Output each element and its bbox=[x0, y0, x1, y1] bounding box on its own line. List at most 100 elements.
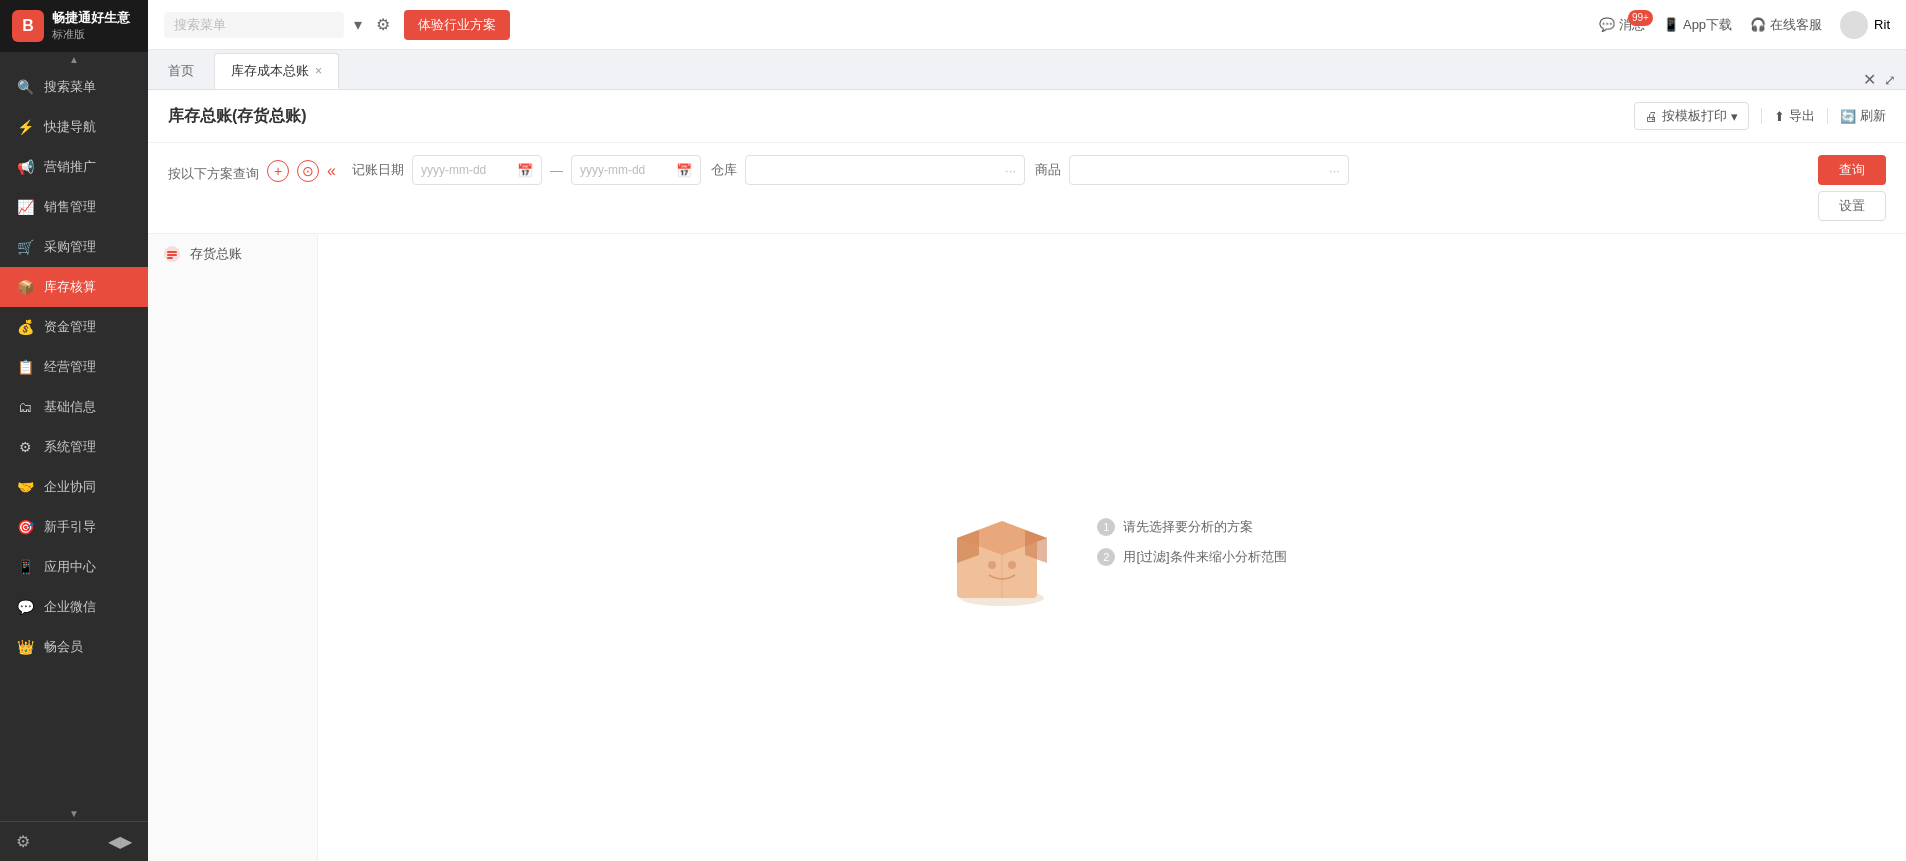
date-start-input[interactable]: yyyy-mm-dd 📅 bbox=[412, 155, 542, 185]
appcenter-icon: 📱 bbox=[16, 558, 34, 576]
system-icon: ⚙ bbox=[16, 438, 34, 456]
sidebar-item-label: 畅会员 bbox=[44, 638, 83, 656]
svg-point-11 bbox=[1008, 561, 1016, 569]
date-separator: — bbox=[550, 163, 563, 178]
sidebar-item-finance[interactable]: 💰 资金管理 bbox=[0, 307, 148, 347]
search-box[interactable]: 搜索菜单 bbox=[164, 12, 344, 38]
sidebar-scroll-down[interactable]: ▼ bbox=[69, 808, 79, 819]
sidebar-item-base[interactable]: 🗂 基础信息 bbox=[0, 387, 148, 427]
sidebar-item-sales[interactable]: 📈 销售管理 bbox=[0, 187, 148, 227]
calendar-end-icon[interactable]: 📅 bbox=[676, 163, 692, 178]
panel-close-btn[interactable]: ✕ bbox=[1863, 70, 1876, 89]
scheme-sidebar: 存货总账 bbox=[148, 234, 318, 861]
refresh-btn[interactable]: 🔄 刷新 bbox=[1840, 107, 1886, 125]
svg-rect-2 bbox=[167, 254, 177, 256]
warehouse-filter-row: 仓库 ··· bbox=[711, 155, 1025, 185]
member-icon: 👑 bbox=[16, 638, 34, 656]
purchase-icon: 🛒 bbox=[16, 238, 34, 256]
sidebar-item-search[interactable]: 🔍 搜索菜单 bbox=[0, 67, 148, 107]
panel-expand-btn[interactable]: ⤢ bbox=[1884, 72, 1896, 88]
export-btn[interactable]: ⬆ 导出 bbox=[1774, 107, 1815, 125]
tab-inventory-ledger[interactable]: 库存成本总账 × bbox=[214, 53, 339, 89]
sidebar-item-operation[interactable]: 📋 经营管理 bbox=[0, 347, 148, 387]
product-input[interactable]: ··· bbox=[1069, 155, 1349, 185]
empty-state-inner: 1 请先选择要分析的方案 2 用[过滤]条件来缩小分析范围 bbox=[937, 483, 1286, 613]
sidebar: B 畅捷通好生意 标准版 ▲ 🔍 搜索菜单 ⚡ 快捷导航 📢 营销推广 📈 销售… bbox=[0, 0, 148, 861]
empty-illustration bbox=[937, 483, 1067, 613]
search-icon: 🔍 bbox=[16, 78, 34, 96]
tab-home-label: 首页 bbox=[168, 62, 194, 80]
sidebar-item-newguide[interactable]: 🎯 新手引导 bbox=[0, 507, 148, 547]
refresh-label: 刷新 bbox=[1860, 107, 1886, 125]
sidebar-item-enterprise[interactable]: 🤝 企业协同 bbox=[0, 467, 148, 507]
tab-bar: 首页 库存成本总账 × ✕ ⤢ bbox=[148, 50, 1906, 90]
tab-active-label: 库存成本总账 bbox=[231, 62, 309, 80]
sidebar-scroll-up[interactable]: ▲ bbox=[69, 54, 79, 65]
filter-controls: 记账日期 yyyy-mm-dd 📅 — yyyy-mm-dd 📅 仓库 bbox=[352, 155, 1802, 185]
remove-filter-btn[interactable]: ⊙ bbox=[297, 160, 319, 182]
page-header: 库存总账(存货总账) 🖨 按模板打印 ▾ ⬆ 导出 🔄 刷新 bbox=[148, 90, 1906, 143]
print-btn[interactable]: 🖨 按模板打印 ▾ bbox=[1634, 102, 1749, 130]
sidebar-item-label: 资金管理 bbox=[44, 318, 96, 336]
scheme-icon bbox=[162, 244, 182, 264]
collapse-filter-btn[interactable]: « bbox=[327, 162, 336, 180]
svg-rect-1 bbox=[167, 251, 177, 253]
date-start-placeholder: yyyy-mm-dd bbox=[421, 163, 486, 177]
sidebar-item-label: 销售管理 bbox=[44, 198, 96, 216]
topbar-gear-icon[interactable]: ⚙ bbox=[376, 15, 390, 34]
product-more-icon[interactable]: ··· bbox=[1329, 163, 1340, 178]
sidebar-item-label: 采购管理 bbox=[44, 238, 96, 256]
refresh-icon: 🔄 bbox=[1840, 109, 1856, 124]
hint-item-2: 2 用[过滤]条件来缩小分析范围 bbox=[1097, 548, 1286, 566]
filter-label: 按以下方案查询 bbox=[168, 165, 259, 183]
warehouse-more-icon[interactable]: ··· bbox=[1005, 163, 1016, 178]
enterprise-icon: 🤝 bbox=[16, 478, 34, 496]
online-service-btn[interactable]: 🎧 在线客服 bbox=[1750, 16, 1822, 34]
app-label: App下载 bbox=[1683, 16, 1732, 34]
sidebar-item-label: 系统管理 bbox=[44, 438, 96, 456]
service-label: 在线客服 bbox=[1770, 16, 1822, 34]
empty-svg bbox=[937, 483, 1067, 613]
sidebar-item-appcenter[interactable]: 📱 应用中心 bbox=[0, 547, 148, 587]
topbar-right: 💬 消息 99+ 📱 App下载 🎧 在线客服 Rit bbox=[1599, 11, 1890, 39]
sidebar-item-label: 基础信息 bbox=[44, 398, 96, 416]
settings-btn[interactable]: 设置 bbox=[1818, 191, 1886, 221]
collapse-btn[interactable]: ◀▶ bbox=[108, 832, 132, 851]
app-download-btn[interactable]: 📱 App下载 bbox=[1663, 16, 1732, 34]
msg-btn[interactable]: 💬 消息 99+ bbox=[1599, 16, 1645, 34]
sidebar-item-member[interactable]: 👑 畅会员 bbox=[0, 627, 148, 667]
sidebar-item-wechat[interactable]: 💬 企业微信 bbox=[0, 587, 148, 627]
query-btn[interactable]: 查询 bbox=[1818, 155, 1886, 185]
scheme-item-inventory[interactable]: 存货总账 bbox=[148, 234, 317, 274]
date-end-input[interactable]: yyyy-mm-dd 📅 bbox=[571, 155, 701, 185]
tab-close-btn[interactable]: × bbox=[315, 64, 322, 78]
sidebar-item-system[interactable]: ⚙ 系统管理 bbox=[0, 427, 148, 467]
marketing-icon: 📢 bbox=[16, 158, 34, 176]
settings-btn[interactable]: ⚙ bbox=[16, 832, 30, 851]
industry-btn[interactable]: 体验行业方案 bbox=[404, 10, 510, 40]
product-label: 商品 bbox=[1035, 161, 1061, 179]
sidebar-item-label: 库存核算 bbox=[44, 278, 96, 296]
print-dropdown-icon[interactable]: ▾ bbox=[1731, 109, 1738, 124]
product-filter-row: 商品 ··· bbox=[1035, 155, 1349, 185]
search-placeholder: 搜索菜单 bbox=[174, 16, 226, 34]
divider bbox=[1761, 108, 1762, 124]
sidebar-item-marketing[interactable]: 📢 营销推广 bbox=[0, 147, 148, 187]
tab-home[interactable]: 首页 bbox=[152, 53, 210, 89]
sidebar-item-label: 应用中心 bbox=[44, 558, 96, 576]
svg-point-10 bbox=[988, 561, 996, 569]
topbar-dropdown-btn[interactable]: ▾ bbox=[354, 15, 362, 34]
user-menu[interactable]: Rit bbox=[1840, 11, 1890, 39]
warehouse-label: 仓库 bbox=[711, 161, 737, 179]
filter-area: 按以下方案查询 + ⊙ « 记账日期 yyyy-mm-dd 📅 — yyyy-m… bbox=[148, 143, 1906, 234]
add-filter-btn[interactable]: + bbox=[267, 160, 289, 182]
sidebar-item-quicknav[interactable]: ⚡ 快捷导航 bbox=[0, 107, 148, 147]
sidebar-item-inventory[interactable]: 📦 库存核算 bbox=[0, 267, 148, 307]
export-icon: ⬆ bbox=[1774, 109, 1785, 124]
scheme-item-label: 存货总账 bbox=[190, 245, 242, 263]
sidebar-item-purchase[interactable]: 🛒 采购管理 bbox=[0, 227, 148, 267]
calendar-start-icon[interactable]: 📅 bbox=[517, 163, 533, 178]
finance-icon: 💰 bbox=[16, 318, 34, 336]
date-end-placeholder: yyyy-mm-dd bbox=[580, 163, 645, 177]
warehouse-input[interactable]: ··· bbox=[745, 155, 1025, 185]
